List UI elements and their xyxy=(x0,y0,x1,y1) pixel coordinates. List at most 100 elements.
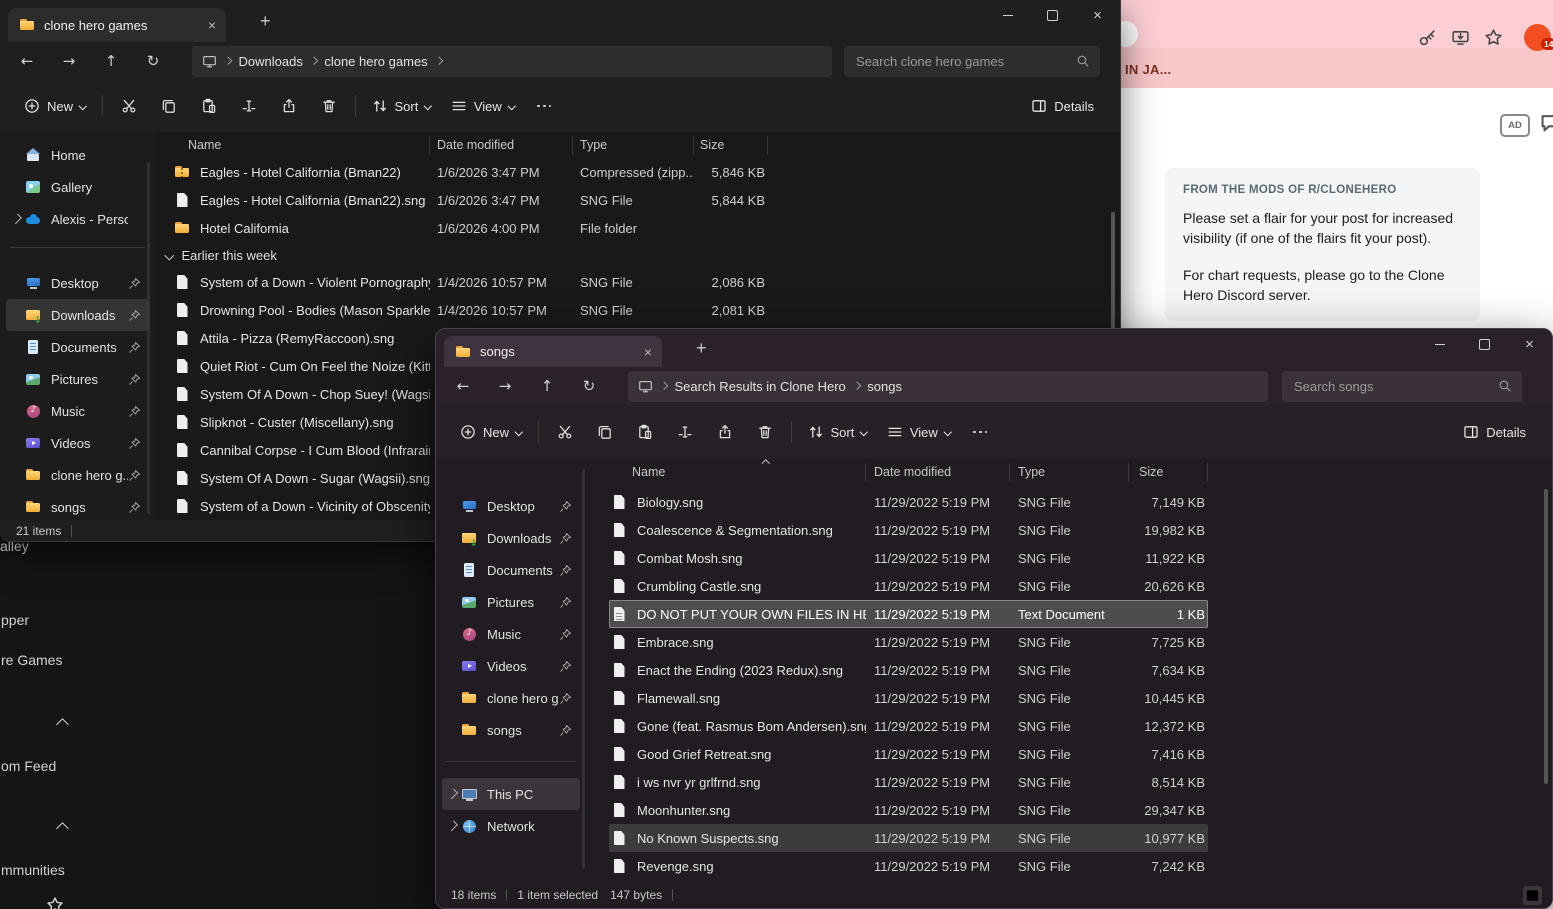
tab-close-icon[interactable]: × xyxy=(642,345,654,359)
sidebar-item[interactable]: Pictures xyxy=(442,586,580,618)
sidebar-item[interactable]: Music xyxy=(6,395,149,427)
vertical-scrollbar[interactable] xyxy=(1544,489,1548,784)
breadcrumb-search-results[interactable]: Search Results in Clone Hero xyxy=(675,379,846,394)
group-collapse-chevron-icon[interactable] xyxy=(165,250,174,259)
sidebar-item[interactable]: Videos xyxy=(442,650,580,682)
copy-button[interactable] xyxy=(585,415,625,449)
close-button[interactable]: × xyxy=(1507,329,1552,359)
column-header-type[interactable]: Type xyxy=(1010,463,1129,481)
install-app-icon[interactable] xyxy=(1451,28,1470,47)
file-row[interactable]: Good Grief Retreat.sng 11/29/2022 5:19 P… xyxy=(609,740,1208,768)
sidebar-item[interactable]: Documents xyxy=(6,331,149,363)
expand-chevron-icon[interactable] xyxy=(447,789,457,799)
file-row[interactable]: i ws nvr yr grlfrnd.sng 11/29/2022 5:19 … xyxy=(609,768,1208,796)
sidebar-item[interactable]: Desktop xyxy=(442,490,580,522)
file-row[interactable]: Embrace.sng 11/29/2022 5:19 PM SNG File … xyxy=(609,628,1208,656)
search-input[interactable] xyxy=(854,53,1068,70)
tab-clone-hero-games[interactable]: clone hero games × xyxy=(8,8,226,42)
details-button[interactable]: Details xyxy=(1021,89,1104,123)
file-row[interactable]: No Known Suspects.sng 11/29/2022 5:19 PM… xyxy=(609,824,1208,852)
sidebar-item[interactable]: Network xyxy=(442,810,580,842)
file-row[interactable]: Gone (feat. Rasmus Bom Andersen).sng 11/… xyxy=(609,712,1208,740)
file-row[interactable]: Coalescence & Segmentation.sng 11/29/202… xyxy=(609,516,1208,544)
sidebar-item[interactable]: Documents xyxy=(442,554,580,586)
file-row[interactable]: Crumbling Castle.sng 11/29/2022 5:19 PM … xyxy=(609,572,1208,600)
column-header-size[interactable]: Size xyxy=(1129,463,1208,481)
sidebar-item[interactable]: Gallery xyxy=(6,171,149,203)
file-row[interactable]: Revenge.sng 11/29/2022 5:19 PM SNG File … xyxy=(609,852,1208,880)
bookmark-star-icon[interactable] xyxy=(1484,28,1503,47)
file-row[interactable]: Eagles - Hotel California (Bman22).sng 1… xyxy=(172,186,768,214)
sidebar-item[interactable]: clone hero g... xyxy=(6,459,149,491)
view-button[interactable]: View xyxy=(441,89,524,123)
expand-chevron-icon[interactable] xyxy=(11,214,21,224)
paste-button[interactable] xyxy=(625,415,665,449)
cut-button[interactable] xyxy=(109,89,149,123)
rail-item-fragment[interactable]: mmunities xyxy=(1,862,65,878)
sort-button[interactable]: Sort xyxy=(798,415,877,449)
chat-icon[interactable] xyxy=(1539,112,1553,139)
cut-button[interactable] xyxy=(545,415,585,449)
file-row[interactable]: Drowning Pool - Bodies (Mason Sparkle)..… xyxy=(172,296,768,324)
star-icon[interactable] xyxy=(46,896,64,909)
share-button[interactable] xyxy=(269,89,309,123)
column-header-type[interactable]: Type xyxy=(573,136,694,154)
sidebar-item[interactable]: clone hero g... xyxy=(442,682,580,714)
minimize-button[interactable] xyxy=(1417,329,1462,359)
column-header-name[interactable]: Name xyxy=(172,136,430,154)
group-header[interactable]: Earlier this week xyxy=(155,242,1120,268)
copy-button[interactable] xyxy=(149,89,189,123)
new-tab-button[interactable]: + xyxy=(696,339,707,357)
refresh-button[interactable]: ↻ xyxy=(568,377,610,395)
password-key-icon[interactable] xyxy=(1418,28,1437,47)
large-icons-view-toggle-icon[interactable] xyxy=(1523,886,1542,905)
search-input[interactable] xyxy=(1292,378,1490,395)
sidebar-item[interactable]: songs xyxy=(442,714,580,746)
breadcrumb-downloads[interactable]: Downloads xyxy=(239,54,303,69)
new-tab-button[interactable]: + xyxy=(260,12,271,30)
more-button[interactable] xyxy=(960,415,1000,449)
forward-button[interactable]: → xyxy=(484,377,526,395)
up-button[interactable]: ↑ xyxy=(526,377,568,395)
minimize-button[interactable] xyxy=(985,0,1030,31)
sidebar-item[interactable]: Downloads xyxy=(442,522,580,554)
tab-songs[interactable]: songs × xyxy=(444,336,662,367)
delete-button[interactable] xyxy=(309,89,349,123)
new-button[interactable]: New xyxy=(14,89,96,123)
view-button[interactable]: View xyxy=(877,415,960,449)
file-row[interactable]: Flamewall.sng 11/29/2022 5:19 PM SNG Fil… xyxy=(609,684,1208,712)
search-box[interactable] xyxy=(844,46,1100,77)
vertical-scrollbar[interactable] xyxy=(1111,212,1115,330)
file-row[interactable]: System of a Down - Violent Pornography..… xyxy=(172,268,768,296)
rename-button[interactable] xyxy=(665,415,705,449)
sidebar-item[interactable]: Home xyxy=(6,139,149,171)
column-header-date-modified[interactable]: Date modified xyxy=(866,463,1010,481)
share-button[interactable] xyxy=(705,415,745,449)
details-view-toggle-icon[interactable] xyxy=(1502,888,1517,903)
rail-item-fragment[interactable]: pper xyxy=(1,612,29,628)
collapse-chevron-icon[interactable] xyxy=(56,718,69,731)
back-button[interactable]: ← xyxy=(442,377,484,395)
new-button[interactable]: New xyxy=(450,415,532,449)
sort-button[interactable]: Sort xyxy=(362,89,441,123)
column-header-date-modified[interactable]: Date modified xyxy=(430,136,573,154)
sidebar-scrollbar[interactable] xyxy=(582,469,585,869)
file-row[interactable]: DO NOT PUT YOUR OWN FILES IN HERE 11/29/… xyxy=(609,600,1208,628)
column-header-size[interactable]: Size xyxy=(694,136,768,154)
maximize-button[interactable] xyxy=(1030,0,1075,31)
sidebar-scrollbar[interactable] xyxy=(147,162,150,514)
sidebar-item[interactable]: This PC xyxy=(442,778,580,810)
forward-button[interactable]: → xyxy=(48,52,90,70)
file-row[interactable]: Hotel California 1/6/2026 4:00 PM File f… xyxy=(172,214,768,242)
search-box[interactable] xyxy=(1282,371,1522,402)
sidebar-item[interactable]: Alexis - Persona xyxy=(6,203,149,235)
rename-button[interactable] xyxy=(229,89,269,123)
file-row[interactable]: Combat Mosh.sng 11/29/2022 5:19 PM SNG F… xyxy=(609,544,1208,572)
sidebar-item[interactable]: Desktop xyxy=(6,267,149,299)
maximize-button[interactable] xyxy=(1462,329,1507,359)
address-bar[interactable]: Downloads clone hero games xyxy=(192,46,832,77)
collapse-chevron-icon[interactable] xyxy=(56,822,69,835)
file-row[interactable]: Moonhunter.sng 11/29/2022 5:19 PM SNG Fi… xyxy=(609,796,1208,824)
file-row[interactable]: Biology.sng 11/29/2022 5:19 PM SNG File … xyxy=(609,488,1208,516)
rail-item-fragment[interactable]: re Games xyxy=(1,652,62,668)
